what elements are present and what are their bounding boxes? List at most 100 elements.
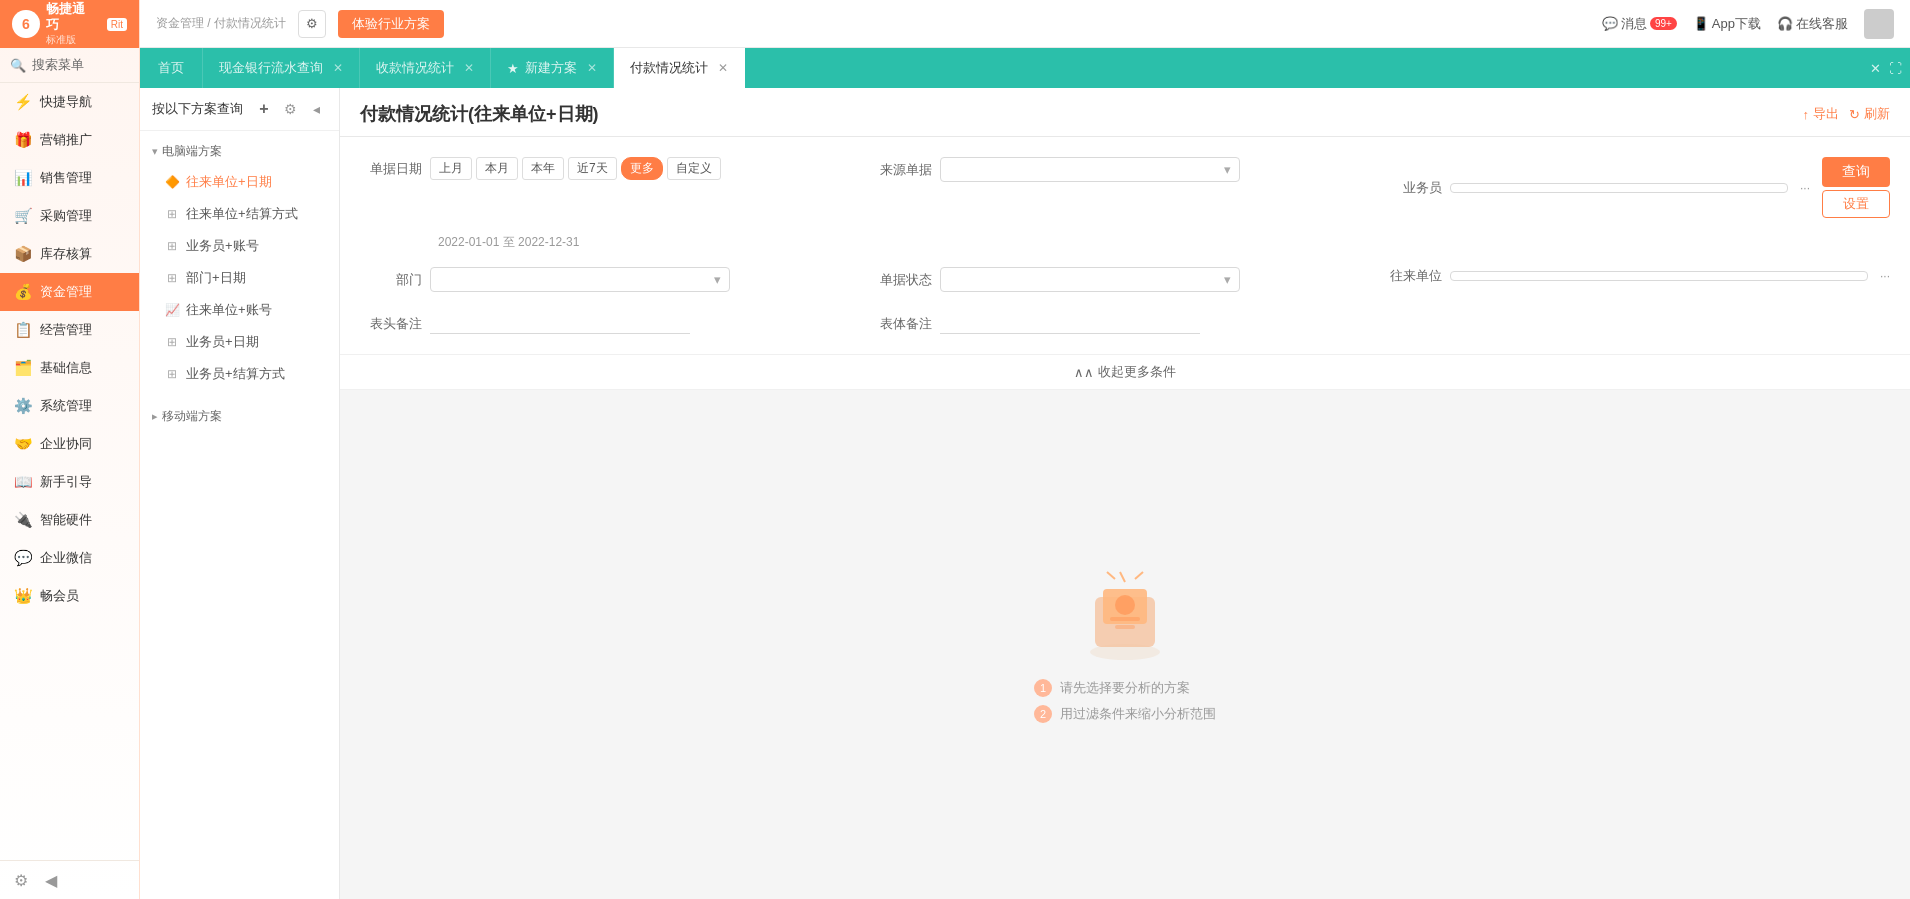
dept-chevron [714, 272, 721, 287]
message-icon: 💬 [1602, 16, 1618, 31]
date-btn-more[interactable]: 更多 [621, 157, 663, 180]
source-select[interactable] [940, 157, 1240, 182]
avatar[interactable] [1864, 9, 1894, 39]
settings-btn[interactable]: 设置 [1822, 190, 1890, 218]
date-btn-this-month[interactable]: 本月 [476, 157, 518, 180]
scheme-item-partner-date[interactable]: 🔶 往来单位+日期 [140, 166, 339, 198]
sidebar-item-capital[interactable]: 💰 资金管理 [0, 273, 139, 311]
app-download-btn[interactable]: 📱 App下载 [1693, 15, 1761, 33]
sidebar-item-wechat[interactable]: 💬 企业微信 [0, 539, 139, 577]
tab-payment-stats[interactable]: 付款情况统计 ✕ [614, 48, 745, 88]
scheme-icon-partner-date: 🔶 [164, 174, 180, 190]
logo-badge: Rit [107, 18, 127, 31]
quick-nav-icon: ⚡ [14, 93, 32, 111]
filter-col-source: 来源单据 [870, 151, 1380, 188]
refresh-btn[interactable]: ↻ 刷新 [1849, 105, 1890, 123]
sidebar-item-quick-nav[interactable]: ⚡ 快捷导航 [0, 83, 139, 121]
tab-new-plan[interactable]: ★ 新建方案 ✕ [491, 48, 614, 88]
panel-collapse-btn[interactable]: ◂ [305, 98, 327, 120]
header-settings-btn[interactable]: ⚙ [298, 10, 326, 38]
date-btn-7days[interactable]: 近7天 [568, 157, 617, 180]
sidebar-item-marketing[interactable]: 🎁 营销推广 [0, 121, 139, 159]
scheme-item-partner-settlement[interactable]: ⊞ 往来单位+结算方式 [140, 198, 339, 230]
sidebar-item-inventory[interactable]: 📦 库存核算 [0, 235, 139, 273]
tab-close-all-btn[interactable]: ✕ [1870, 61, 1881, 76]
add-scheme-btn[interactable]: + [253, 98, 275, 120]
enterprise-icon: 🤝 [14, 435, 32, 453]
tab-close-cash-flow[interactable]: ✕ [333, 61, 343, 75]
tab-receipt-stats[interactable]: 收款情况统计 ✕ [360, 48, 491, 88]
scheme-item-staff-settlement[interactable]: ⊞ 业务员+结算方式 [140, 358, 339, 390]
logo-text: 畅捷通巧 标准版 [46, 1, 97, 46]
sidebar: 6 畅捷通巧 标准版 Rit 🔍 搜索菜单 ⚡ 快捷导航 🎁 营销推广 📊 销售… [0, 0, 140, 899]
scheme-item-staff-account[interactable]: ⊞ 业务员+账号 [140, 230, 339, 262]
sidebar-item-system[interactable]: ⚙️ 系统管理 [0, 387, 139, 425]
tab-cash-flow[interactable]: 现金银行流水查询 ✕ [203, 48, 360, 88]
staff-ellipsis[interactable]: ··· [1800, 181, 1810, 195]
scheme-settings-btn[interactable]: ⚙ [279, 98, 301, 120]
main-area: 资金管理 / 付款情况统计 ⚙ 体验行业方案 💬 消息 99+ 📱 App下载 … [140, 0, 1910, 899]
right-main: 付款情况统计(往来单位+日期) ↑ 导出 ↻ 刷新 [340, 88, 1910, 899]
note-header-input[interactable] [430, 314, 690, 334]
note-body-input[interactable] [940, 314, 1200, 334]
date-btn-this-year[interactable]: 本年 [522, 157, 564, 180]
sidebar-item-basic[interactable]: 🗂️ 基础信息 [0, 349, 139, 387]
page-title: 付款情况统计(往来单位+日期) [360, 102, 1803, 126]
sidebar-item-guide[interactable]: 📖 新手引导 [0, 463, 139, 501]
sales-icon: 📊 [14, 169, 32, 187]
trial-btn[interactable]: 体验行业方案 [338, 10, 444, 38]
system-icon: ⚙️ [14, 397, 32, 415]
tab-close-new-plan[interactable]: ✕ [587, 61, 597, 75]
date-content: 上月 本月 本年 近7天 更多 自定义 [430, 157, 870, 180]
desktop-group-chevron [152, 145, 158, 158]
export-btn[interactable]: ↑ 导出 [1803, 105, 1840, 123]
doc-status-chevron [1224, 272, 1231, 287]
date-btn-last-month[interactable]: 上月 [430, 157, 472, 180]
left-panel-header: 按以下方案查询 + ⚙ ◂ [140, 88, 339, 131]
tab-close-payment[interactable]: ✕ [718, 61, 728, 75]
filter-area: 单据日期 上月 本月 本年 近7天 更多 自定义 [340, 137, 1910, 355]
sidebar-settings-btn[interactable]: ⚙ [10, 869, 32, 891]
sidebar-item-operation[interactable]: 📋 经营管理 [0, 311, 139, 349]
desktop-group-title[interactable]: 电脑端方案 [140, 137, 339, 166]
sidebar-collapse-btn[interactable]: ◀ [40, 869, 62, 891]
scheme-icon-staff-date: ⊞ [164, 334, 180, 350]
filter-col-note-body: 表体备注 [870, 308, 1380, 340]
search-menu[interactable]: 🔍 搜索菜单 [0, 48, 139, 83]
dept-select[interactable] [430, 267, 730, 292]
logo-icon: 6 [12, 10, 40, 38]
partner-ellipsis[interactable]: ··· [1880, 269, 1890, 283]
svg-rect-5 [1115, 625, 1135, 629]
scheme-item-dept-date[interactable]: ⊞ 部门+日期 [140, 262, 339, 294]
sidebar-item-hardware[interactable]: 🔌 智能硬件 [0, 501, 139, 539]
sidebar-item-member[interactable]: 👑 畅会员 [0, 577, 139, 615]
filter-row-1: 单据日期 上月 本月 本年 近7天 更多 自定义 [360, 151, 1890, 224]
collapse-btn[interactable]: ∧∧ 收起更多条件 [1074, 363, 1176, 381]
online-service-btn[interactable]: 🎧 在线客服 [1777, 15, 1848, 33]
partner-select[interactable] [1450, 271, 1868, 281]
scheme-icon-staff-settlement: ⊞ [164, 366, 180, 382]
scheme-item-partner-account[interactable]: 📈 往来单位+账号 [140, 294, 339, 326]
header-actions: 💬 消息 99+ 📱 App下载 🎧 在线客服 [1602, 9, 1894, 39]
doc-status-select[interactable] [940, 267, 1240, 292]
scheme-icon-staff-account: ⊞ [164, 238, 180, 254]
sidebar-item-purchase[interactable]: 🛒 采购管理 [0, 197, 139, 235]
dept-label: 部门 [360, 271, 430, 289]
empty-tip-1: 1 请先选择要分析的方案 [1034, 679, 1216, 697]
date-btn-custom[interactable]: 自定义 [667, 157, 721, 180]
filter-col-note-header: 表头备注 [360, 308, 870, 340]
staff-select[interactable] [1450, 183, 1788, 193]
empty-tip-2: 2 用过滤条件来缩小分析范围 [1034, 705, 1216, 723]
tab-home[interactable]: 首页 [140, 48, 203, 88]
tab-expand-btn[interactable]: ⛶ [1889, 61, 1902, 76]
query-btn[interactable]: 查询 [1822, 157, 1890, 187]
message-btn[interactable]: 💬 消息 99+ [1602, 15, 1677, 33]
sidebar-item-sales[interactable]: 📊 销售管理 [0, 159, 139, 197]
mobile-group-title[interactable]: 移动端方案 [140, 402, 339, 431]
filter-row-2: 部门 单据状态 往来单位 [360, 261, 1890, 298]
scheme-item-staff-date[interactable]: ⊞ 业务员+日期 [140, 326, 339, 358]
sidebar-item-enterprise[interactable]: 🤝 企业协同 [0, 425, 139, 463]
tab-close-receipt[interactable]: ✕ [464, 61, 474, 75]
scheme-icon-dept-date: ⊞ [164, 270, 180, 286]
collapse-icon: ∧∧ [1074, 365, 1094, 380]
